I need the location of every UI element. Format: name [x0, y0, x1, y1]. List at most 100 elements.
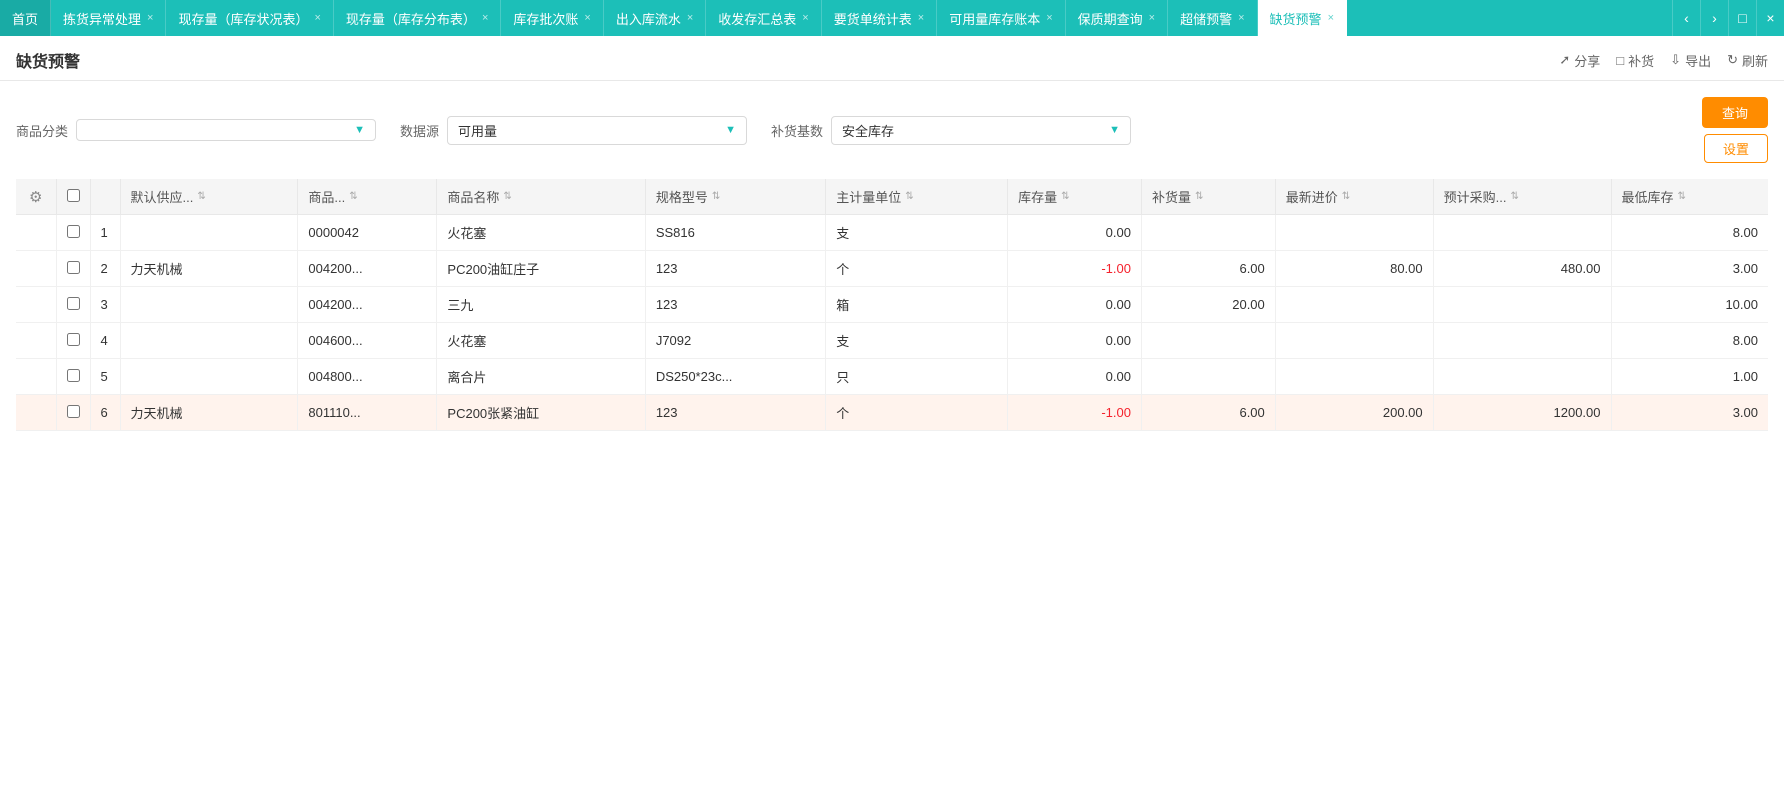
row-unit: 只	[826, 359, 1008, 395]
tab-home[interactable]: 首页	[0, 0, 51, 36]
col-settings[interactable]: ⚙	[16, 179, 56, 215]
col-product-name[interactable]: 商品名称 ⇅	[437, 179, 645, 215]
replenish-icon: □	[1616, 53, 1624, 68]
table-row: 2 力天机械 004200... PC200油缸庄子 123 个 -1.00 6…	[16, 251, 1768, 287]
settings-button[interactable]: 设置	[1704, 134, 1768, 163]
page-title: 缺货预警	[16, 48, 80, 72]
row-checkbox-cell[interactable]	[56, 323, 90, 359]
table-row: 6 力天机械 801110... PC200张紧油缸 123 个 -1.00 6…	[16, 395, 1768, 431]
row-spec: 123	[645, 395, 825, 431]
row-checkbox-cell[interactable]	[56, 395, 90, 431]
row-est-purchase: 1200.00	[1433, 395, 1611, 431]
row-stock: 0.00	[1008, 359, 1142, 395]
col-min-stock[interactable]: 最低库存 ⇅	[1611, 179, 1768, 215]
table-row: 3 004200... 三九 123 箱 0.00 20.00 10.00	[16, 287, 1768, 323]
column-settings-icon[interactable]: ⚙	[26, 188, 46, 206]
tab-expiry-query[interactable]: 保质期查询 ×	[1066, 0, 1168, 36]
row-product-code: 004200...	[298, 251, 437, 287]
row-latest-price: 200.00	[1275, 395, 1433, 431]
nav-next-button[interactable]: ›	[1700, 0, 1728, 36]
close-tab-abnormal[interactable]: ×	[147, 12, 153, 24]
filter-category: 商品分类 ▼	[16, 119, 376, 141]
refresh-button[interactable]: ↻ 刷新	[1727, 51, 1768, 70]
col-latest-price[interactable]: 最新进价 ⇅	[1275, 179, 1433, 215]
col-default-supplier[interactable]: 默认供应... ⇅	[120, 179, 298, 215]
sort-icon-code: ⇅	[349, 191, 357, 202]
row-unit: 个	[826, 395, 1008, 431]
row-min-stock: 10.00	[1611, 287, 1768, 323]
close-tab-available-ledger[interactable]: ×	[1046, 12, 1052, 24]
row-settings-cell	[16, 359, 56, 395]
query-button[interactable]: 查询	[1702, 97, 1768, 128]
col-est-purchase[interactable]: 预计采购... ⇅	[1433, 179, 1611, 215]
nav-close-button[interactable]: ×	[1756, 0, 1784, 36]
tab-inout-flow[interactable]: 出入库流水 ×	[604, 0, 706, 36]
row-stock: -1.00	[1008, 251, 1142, 287]
tab-order-stats[interactable]: 要货单统计表 ×	[822, 0, 937, 36]
col-unit[interactable]: 主计量单位 ⇅	[826, 179, 1008, 215]
sort-icon-name: ⇅	[503, 191, 511, 202]
table-row: 1 0000042 火花塞 SS816 支 0.00 8.00	[16, 215, 1768, 251]
close-tab-inventory-status[interactable]: ×	[314, 12, 320, 24]
tab-overstock[interactable]: 超储预警 ×	[1168, 0, 1257, 36]
row-est-purchase	[1433, 359, 1611, 395]
tab-receive-summary[interactable]: 收发存汇总表 ×	[706, 0, 821, 36]
row-checkbox[interactable]	[67, 225, 80, 238]
datasource-value: 可用量	[458, 121, 497, 140]
row-product-code: 004800...	[298, 359, 437, 395]
sort-icon-stock: ⇅	[1061, 191, 1069, 202]
close-tab-expiry-query[interactable]: ×	[1149, 12, 1155, 24]
row-spec: 123	[645, 287, 825, 323]
row-min-stock: 3.00	[1611, 395, 1768, 431]
row-replenish-qty: 6.00	[1141, 395, 1275, 431]
close-tab-shortage[interactable]: ×	[1328, 12, 1334, 24]
export-button[interactable]: ⇩ 导出	[1670, 51, 1711, 70]
row-checkbox-cell[interactable]	[56, 251, 90, 287]
row-checkbox-cell[interactable]	[56, 215, 90, 251]
tab-inventory-dist[interactable]: 现存量（库存分布表） ×	[334, 0, 501, 36]
col-product-code[interactable]: 商品... ⇅	[298, 179, 437, 215]
row-replenish-qty: 20.00	[1141, 287, 1275, 323]
col-spec[interactable]: 规格型号 ⇅	[645, 179, 825, 215]
row-latest-price	[1275, 323, 1433, 359]
col-replenish-qty[interactable]: 补货量 ⇅	[1141, 179, 1275, 215]
tab-shortage[interactable]: 缺货预警 ×	[1258, 0, 1347, 36]
nav-prev-button[interactable]: ‹	[1672, 0, 1700, 36]
close-tab-overstock[interactable]: ×	[1238, 12, 1244, 24]
row-min-stock: 8.00	[1611, 215, 1768, 251]
row-stock: 0.00	[1008, 287, 1142, 323]
tab-inventory-status[interactable]: 现存量（库存状况表） ×	[166, 0, 333, 36]
tab-abnormal[interactable]: 拣货异常处理 ×	[51, 0, 166, 36]
tab-available-ledger[interactable]: 可用量库存账本 ×	[937, 0, 1065, 36]
export-icon: ⇩	[1670, 52, 1681, 68]
action-buttons: 查询 设置	[1702, 97, 1768, 163]
row-checkbox[interactable]	[67, 405, 80, 418]
row-latest-price	[1275, 287, 1433, 323]
row-replenish-qty	[1141, 215, 1275, 251]
row-est-purchase	[1433, 215, 1611, 251]
row-checkbox-cell[interactable]	[56, 359, 90, 395]
replenish-button[interactable]: □ 补货	[1616, 51, 1654, 70]
tab-batch-account[interactable]: 库存批次账 ×	[501, 0, 603, 36]
row-replenish-qty	[1141, 323, 1275, 359]
close-tab-receive-summary[interactable]: ×	[802, 12, 808, 24]
row-supplier: 力天机械	[120, 395, 298, 431]
close-tab-order-stats[interactable]: ×	[918, 12, 924, 24]
close-tab-inout-flow[interactable]: ×	[687, 12, 693, 24]
row-latest-price	[1275, 215, 1433, 251]
row-stock: -1.00	[1008, 395, 1142, 431]
row-checkbox[interactable]	[67, 369, 80, 382]
category-select[interactable]: ▼	[76, 119, 376, 141]
datasource-select[interactable]: 可用量 ▼	[447, 116, 747, 145]
row-checkbox[interactable]	[67, 333, 80, 346]
close-tab-batch-account[interactable]: ×	[584, 12, 590, 24]
select-all-checkbox[interactable]	[67, 189, 80, 202]
col-stock[interactable]: 库存量 ⇅	[1008, 179, 1142, 215]
row-checkbox[interactable]	[67, 261, 80, 274]
replenish-base-select[interactable]: 安全库存 ▼	[831, 116, 1131, 145]
nav-restore-button[interactable]: □	[1728, 0, 1756, 36]
share-button[interactable]: ➚ 分享	[1559, 51, 1600, 70]
row-checkbox[interactable]	[67, 297, 80, 310]
row-checkbox-cell[interactable]	[56, 287, 90, 323]
close-tab-inventory-dist[interactable]: ×	[482, 12, 488, 24]
